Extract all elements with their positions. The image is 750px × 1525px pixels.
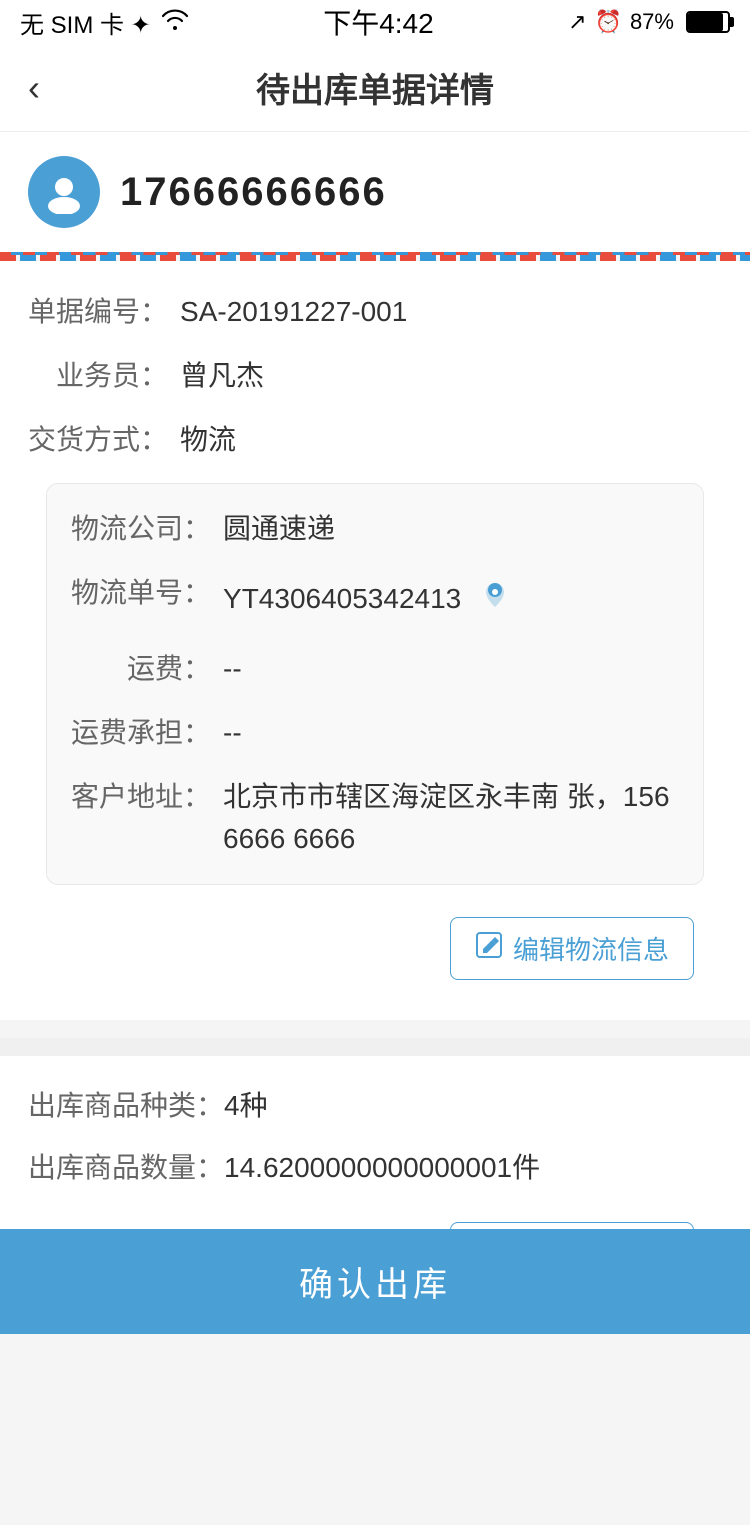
product-quantity-label: 出库商品数量： [28, 1146, 224, 1186]
product-quantity-row: 出库商品数量： 14.6200000000000001件 [28, 1146, 722, 1186]
edit-logistics-button[interactable]: 编辑物流信息 [450, 917, 694, 980]
freight-bearer-row: 运费承担： -- [71, 712, 679, 754]
user-icon [42, 170, 86, 214]
logistics-company-value: 圆通速递 [223, 508, 679, 550]
status-time: 下午4:42 [323, 2, 434, 42]
salesperson-value: 曾凡杰 [180, 355, 722, 397]
doc-number-label: 单据编号： [28, 291, 168, 333]
logistics-tracking-label: 物流单号： [71, 572, 211, 614]
bottom-spacer [0, 1325, 750, 1525]
logistics-tracking-row: 物流单号： YT4306405342413 [71, 572, 679, 626]
sim-label: 无 SIM 卡 ✦ [20, 5, 151, 40]
track-location-icon[interactable] [477, 572, 513, 626]
edit-logistics-label: 编辑物流信息 [513, 930, 669, 967]
product-types-label: 出库商品种类： [28, 1084, 224, 1124]
freight-value: -- [223, 648, 679, 690]
edit-btn-row: 编辑物流信息 [28, 903, 722, 1000]
doc-number-row: 单据编号： SA-20191227-001 [28, 291, 722, 333]
confirm-outbound-button[interactable]: 确认出库 [299, 1257, 451, 1306]
confirm-btn-wrapper: 确认出库 [0, 1229, 750, 1334]
avatar [28, 156, 100, 228]
phone-number: 17666666666 [120, 170, 387, 215]
status-right: ↗ ⏰ 87% [568, 9, 730, 35]
back-button[interactable]: ‹ [28, 67, 40, 109]
battery-percent: 87% [630, 9, 674, 35]
logistics-company-label: 物流公司： [71, 508, 211, 550]
alarm-icon: ⏰ [595, 9, 622, 35]
address-row: 客户地址： 北京市市辖区海淀区永丰南 张，156 6666 6666 [71, 776, 679, 860]
salesperson-label: 业务员： [28, 355, 168, 397]
page-title: 待出库单据详情 [256, 63, 494, 112]
doc-number-value: SA-20191227-001 [180, 291, 722, 333]
header-section: 17666666666 [0, 132, 750, 255]
freight-bearer-value: -- [223, 712, 679, 754]
logistics-card: 物流公司： 圆通速递 物流单号： YT4306405342413 [46, 483, 704, 885]
status-left: 无 SIM 卡 ✦ [20, 5, 189, 40]
product-types-value: 4种 [224, 1084, 268, 1124]
logistics-tracking-value: YT4306405342413 [223, 572, 679, 626]
product-types-row: 出库商品种类： 4种 [28, 1084, 722, 1124]
nav-bar: ‹ 待出库单据详情 [0, 44, 750, 132]
status-bar: 无 SIM 卡 ✦ 下午4:42 ↗ ⏰ 87% [0, 0, 750, 44]
freight-label: 运费： [71, 648, 211, 690]
delivery-method-value: 物流 [180, 419, 722, 461]
battery-icon [686, 11, 730, 33]
basic-info-section: 单据编号： SA-20191227-001 业务员： 曾凡杰 交货方式： 物流 … [0, 261, 750, 1020]
address-label: 客户地址： [71, 776, 211, 818]
delivery-method-row: 交货方式： 物流 [28, 419, 722, 461]
freight-row: 运费： -- [71, 648, 679, 690]
logistics-company-row: 物流公司： 圆通速递 [71, 508, 679, 550]
address-value: 北京市市辖区海淀区永丰南 张，156 6666 6666 [223, 776, 679, 860]
wifi-icon [161, 8, 189, 37]
location-icon: ↗ [568, 9, 586, 35]
salesperson-row: 业务员： 曾凡杰 [28, 355, 722, 397]
section-divider [0, 1038, 750, 1056]
edit-icon [475, 931, 503, 966]
delivery-method-label: 交货方式： [28, 419, 168, 461]
product-quantity-value: 14.6200000000000001件 [224, 1146, 540, 1186]
freight-bearer-label: 运费承担： [71, 712, 211, 754]
tracking-number-text: YT4306405342413 [223, 578, 461, 620]
